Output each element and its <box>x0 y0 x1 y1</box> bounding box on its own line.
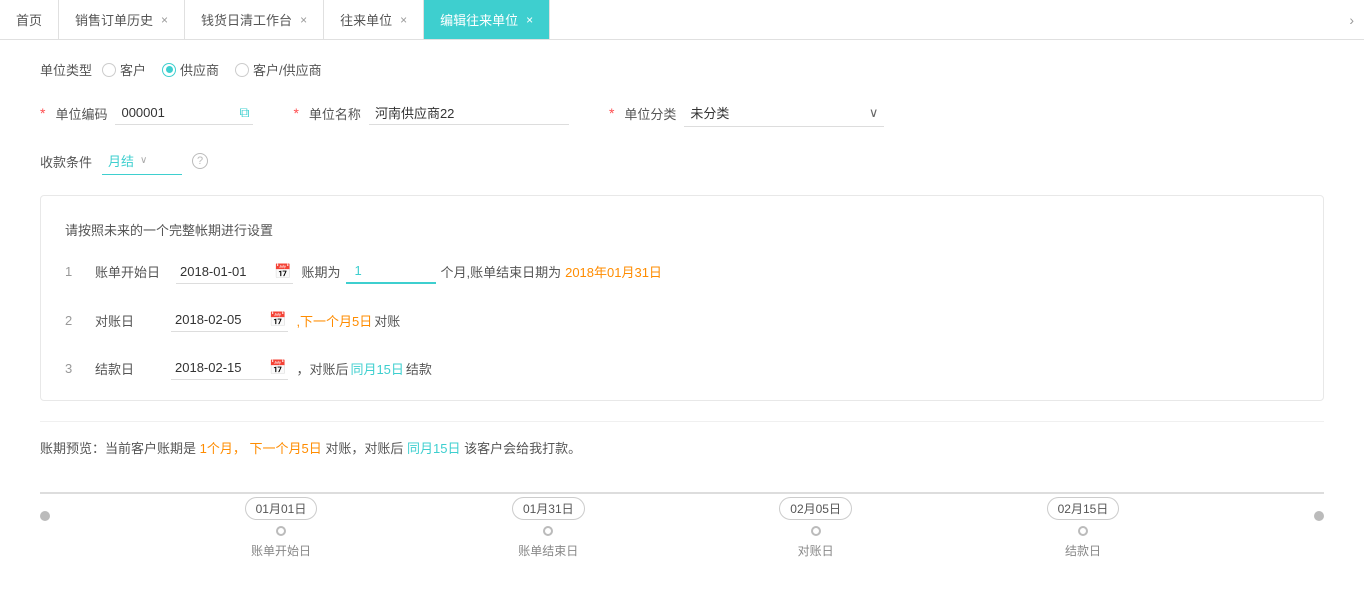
tab-partner[interactable]: 往来单位 × <box>324 0 424 39</box>
node-badge-1: 01月01日 <box>245 497 318 520</box>
unit-name-star: * <box>293 105 298 121</box>
node-label-3: 对账日 <box>798 542 834 559</box>
radio-circle-both <box>235 63 249 77</box>
period-suffix: 个月,账单结束日期为 <box>440 262 561 281</box>
unit-category-label: 单位分类 <box>624 104 676 123</box>
main-content: 单位类型 客户 供应商 客户/供应商 * 单位编码 ⧉ <box>0 40 1364 608</box>
calendar-icon-2[interactable]: 📅 <box>267 311 288 328</box>
payment-terms-row: 收款条件 月结 ∨ ? <box>40 147 1324 175</box>
preview-part3: 对账，对账后 <box>325 441 403 456</box>
preview-part2: 下一个月5日 <box>250 441 322 456</box>
tab-close-sales-history[interactable]: × <box>161 13 168 27</box>
unit-code-star: * <box>40 105 45 121</box>
node-label-2: 账单结束日 <box>518 542 578 559</box>
payment-highlight: 同月15日 <box>350 359 403 378</box>
row-label-1: 账单开始日 <box>95 262 160 281</box>
timeline: 01月01日 账单开始日 01月31日 账单结束日 02月05日 对账日 02月… <box>40 477 1324 559</box>
timeline-node-4: 02月15日 结款日 <box>1047 497 1120 559</box>
unit-type-row: 单位类型 客户 供应商 客户/供应商 <box>40 60 1324 79</box>
section-title: 请按照未来的一个完整帐期进行设置 <box>65 220 1299 239</box>
tab-bar: 首页 销售订单历史 × 钱货日清工作台 × 往来单位 × 编辑往来单位 × › <box>0 0 1364 40</box>
settings-section: 请按照未来的一个完整帐期进行设置 1 账单开始日 📅 账期为 个月,账单结束日期… <box>40 195 1324 401</box>
timeline-dot-3 <box>811 526 821 536</box>
unit-type-radio-group: 客户 供应商 客户/供应商 <box>102 60 322 79</box>
reconcile-plain: 对账 <box>374 311 400 330</box>
tab-close-partner[interactable]: × <box>400 13 407 27</box>
row-label-2: 对账日 <box>95 311 155 330</box>
tab-close-cash-work[interactable]: × <box>300 13 307 27</box>
timeline-node-2: 01月31日 账单结束日 <box>512 497 585 559</box>
node-badge-4: 02月15日 <box>1047 497 1120 520</box>
node-badge-2: 01月31日 <box>512 497 585 520</box>
date-input-reconcile: 📅 <box>171 308 288 332</box>
unit-code-input[interactable] <box>115 101 235 124</box>
timeline-node-1: 01月01日 账单开始日 <box>245 497 318 559</box>
unit-code-label: 单位编码 <box>55 104 107 123</box>
radio-customer[interactable]: 客户 <box>102 60 146 79</box>
radio-circle-customer <box>102 63 116 77</box>
preview-part4: 同月15日 <box>407 441 460 456</box>
payment-plain-prefix: ，对账后 <box>296 359 348 378</box>
tab-close-edit-partner[interactable]: × <box>526 13 533 27</box>
payment-plain-suffix: 结款 <box>406 359 432 378</box>
radio-supplier[interactable]: 供应商 <box>162 60 219 79</box>
date-input-reconcile-field[interactable] <box>171 308 267 331</box>
preview-part5: 该客户会给我打款。 <box>464 441 581 456</box>
date-input-payment: 📅 <box>171 356 288 380</box>
radio-circle-supplier <box>162 63 176 77</box>
period-end-date: 2018年01月31日 <box>565 262 662 281</box>
timeline-node-3: 02月05日 对账日 <box>779 497 852 559</box>
timeline-dot-2 <box>543 526 553 536</box>
category-dropdown-icon: ∨ <box>869 105 879 121</box>
timeline-end-dot <box>1314 511 1324 521</box>
setting-row-2: 2 对账日 📅 ,下一个月5日 对账 <box>65 308 1299 332</box>
payment-terms-select[interactable]: 月结 ∨ <box>102 147 182 175</box>
unit-category-select[interactable]: 未分类 ∨ <box>684 99 884 127</box>
date-input-start: 📅 <box>176 260 293 284</box>
copy-icon[interactable]: ⧉ <box>235 104 253 121</box>
timeline-items: 01月01日 账单开始日 01月31日 账单结束日 02月05日 对账日 02月… <box>40 497 1324 559</box>
preview-section: 账期预览：当前客户账期是 1个月， 下一个月5日 对账，对账后 同月15日 该客… <box>40 421 1324 477</box>
tab-edit-partner[interactable]: 编辑往来单位 × <box>424 0 550 39</box>
setting-row-3: 3 结款日 📅 ，对账后 同月15日 结款 <box>65 356 1299 380</box>
date-input-start-field[interactable] <box>176 260 272 283</box>
unit-name-input[interactable] <box>369 101 569 125</box>
row-num-1: 1 <box>65 264 95 279</box>
tab-home[interactable]: 首页 <box>0 0 59 39</box>
unit-info-row: * 单位编码 ⧉ * 单位名称 * 单位分类 未分类 ∨ <box>40 99 1324 127</box>
timeline-dot-1 <box>276 526 286 536</box>
payment-terms-help-icon[interactable]: ? <box>192 153 208 169</box>
payment-terms-label: 收款条件 <box>40 152 92 171</box>
payment-terms-value: 月结 <box>108 151 134 170</box>
unit-type-label: 单位类型 <box>40 60 92 79</box>
unit-name-label: 单位名称 <box>309 104 361 123</box>
tab-cash-work[interactable]: 钱货日清工作台 × <box>185 0 324 39</box>
node-label-1: 账单开始日 <box>251 542 311 559</box>
payment-terms-dropdown-arrow: ∨ <box>140 155 147 166</box>
timeline-dot-4 <box>1078 526 1088 536</box>
preview-part1: 1个月， <box>200 441 246 456</box>
timeline-start-dot <box>40 511 50 521</box>
tab-more-button[interactable]: › <box>1339 0 1364 39</box>
preview-label: 账期预览：当前客户账期是 <box>40 441 196 456</box>
date-input-payment-field[interactable] <box>171 356 267 379</box>
row-num-2: 2 <box>65 313 95 328</box>
node-badge-3: 02月05日 <box>779 497 852 520</box>
unit-category-value: 未分类 <box>690 103 729 122</box>
setting-row-1: 1 账单开始日 📅 账期为 个月,账单结束日期为 2018年01月31日 <box>65 259 1299 284</box>
tab-sales-history[interactable]: 销售订单历史 × <box>59 0 185 39</box>
timeline-line <box>40 492 1324 494</box>
node-label-4: 结款日 <box>1065 542 1101 559</box>
calendar-icon-1[interactable]: 📅 <box>272 263 293 280</box>
reconcile-highlight: ,下一个月5日 <box>296 311 372 330</box>
radio-both[interactable]: 客户/供应商 <box>235 60 322 79</box>
row-label-3: 结款日 <box>95 359 155 378</box>
period-input[interactable] <box>346 259 436 284</box>
unit-code-input-wrap: ⧉ <box>115 101 253 125</box>
row-num-3: 3 <box>65 361 95 376</box>
period-prefix: 账期为 <box>301 262 340 281</box>
calendar-icon-3[interactable]: 📅 <box>267 359 288 376</box>
unit-category-star: * <box>609 105 614 121</box>
